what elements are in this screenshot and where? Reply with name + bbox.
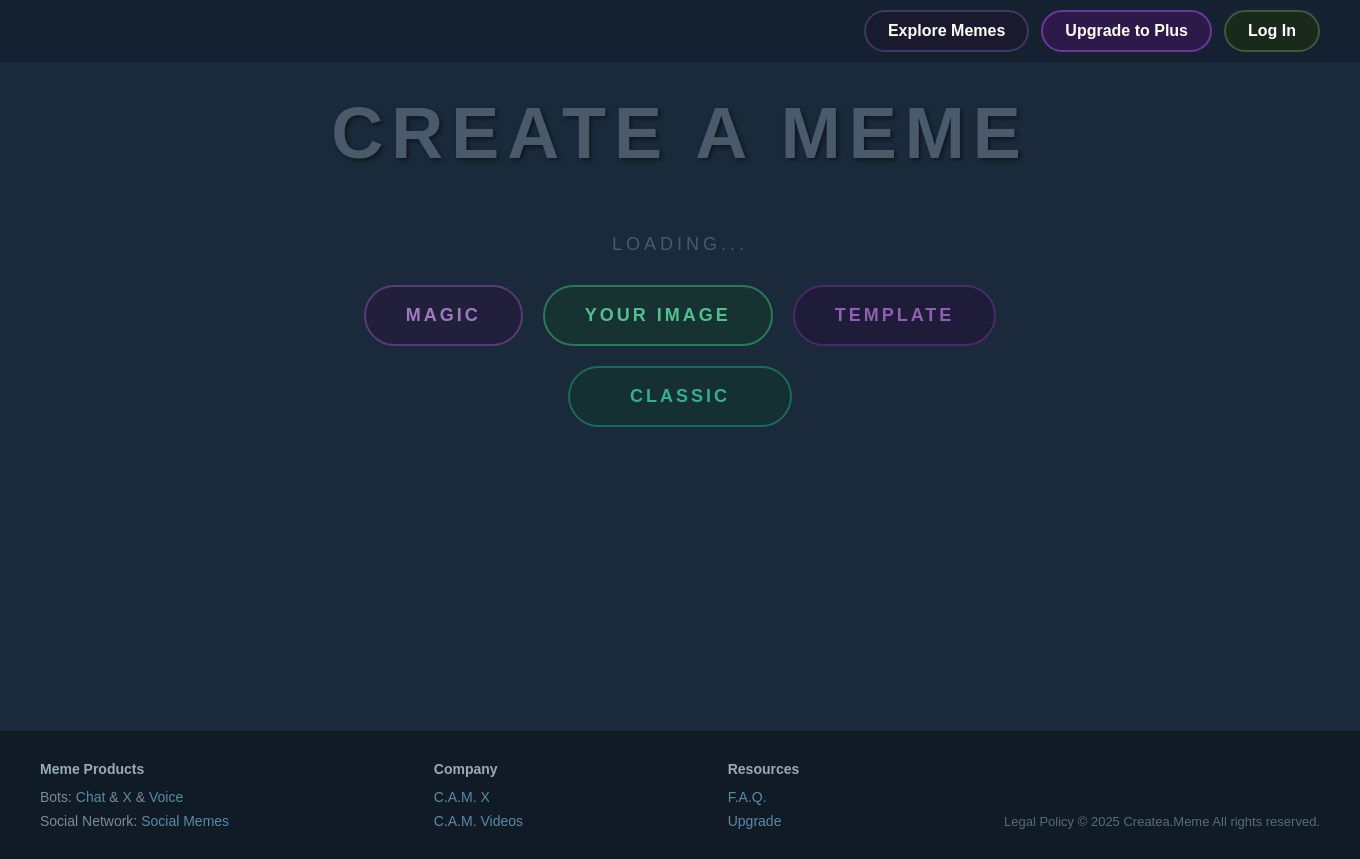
footer-resources-section: Resources F.A.Q. Upgrade [728, 761, 800, 829]
main-content: CREATE A MEME LOADING... MAGIC YOUR IMAG… [0, 62, 1360, 731]
upgrade-to-plus-button[interactable]: Upgrade to Plus [1041, 10, 1212, 52]
log-in-button[interactable]: Log In [1224, 10, 1320, 52]
voice-link[interactable]: Voice [149, 789, 183, 805]
footer: Meme Products Bots: Chat & X & Voice Soc… [0, 731, 1360, 859]
footer-company-title: Company [434, 761, 523, 777]
bots-and2: & [136, 789, 149, 805]
social-memes-link[interactable]: Social Memes [141, 813, 229, 829]
header: Explore Memes Upgrade to Plus Log In [0, 0, 1360, 62]
meme-type-buttons-row: MAGIC YOUR IMAGE TEMPLATE [364, 285, 997, 346]
footer-products-section: Meme Products Bots: Chat & X & Voice Soc… [40, 761, 229, 829]
social-label: Social Network: [40, 813, 137, 829]
classic-button-row: CLASSIC [568, 366, 792, 427]
bots-and1: & [109, 789, 122, 805]
footer-copyright: Legal Policy © 2025 Createa.Meme All rig… [1004, 814, 1320, 829]
footer-bots-line: Bots: Chat & X & Voice [40, 789, 229, 805]
footer-company-section: Company C.A.M. X C.A.M. Videos [434, 761, 523, 829]
explore-memes-button[interactable]: Explore Memes [864, 10, 1029, 52]
footer-resources-title: Resources [728, 761, 800, 777]
template-button[interactable]: TEMPLATE [793, 285, 997, 346]
chat-link[interactable]: Chat [76, 789, 106, 805]
faq-link[interactable]: F.A.Q. [728, 789, 800, 805]
footer-social-line: Social Network: Social Memes [40, 813, 229, 829]
loading-subtitle: LOADING... [612, 234, 748, 255]
page-title: CREATE A MEME [331, 92, 1028, 174]
bots-label: Bots: [40, 789, 72, 805]
classic-button[interactable]: CLASSIC [568, 366, 792, 427]
your-image-button[interactable]: YOUR IMAGE [543, 285, 773, 346]
x-link[interactable]: X [123, 789, 132, 805]
upgrade-link[interactable]: Upgrade [728, 813, 800, 829]
magic-button[interactable]: MAGIC [364, 285, 523, 346]
cam-videos-link[interactable]: C.A.M. Videos [434, 813, 523, 829]
footer-products-title: Meme Products [40, 761, 229, 777]
cam-x-link[interactable]: C.A.M. X [434, 789, 523, 805]
